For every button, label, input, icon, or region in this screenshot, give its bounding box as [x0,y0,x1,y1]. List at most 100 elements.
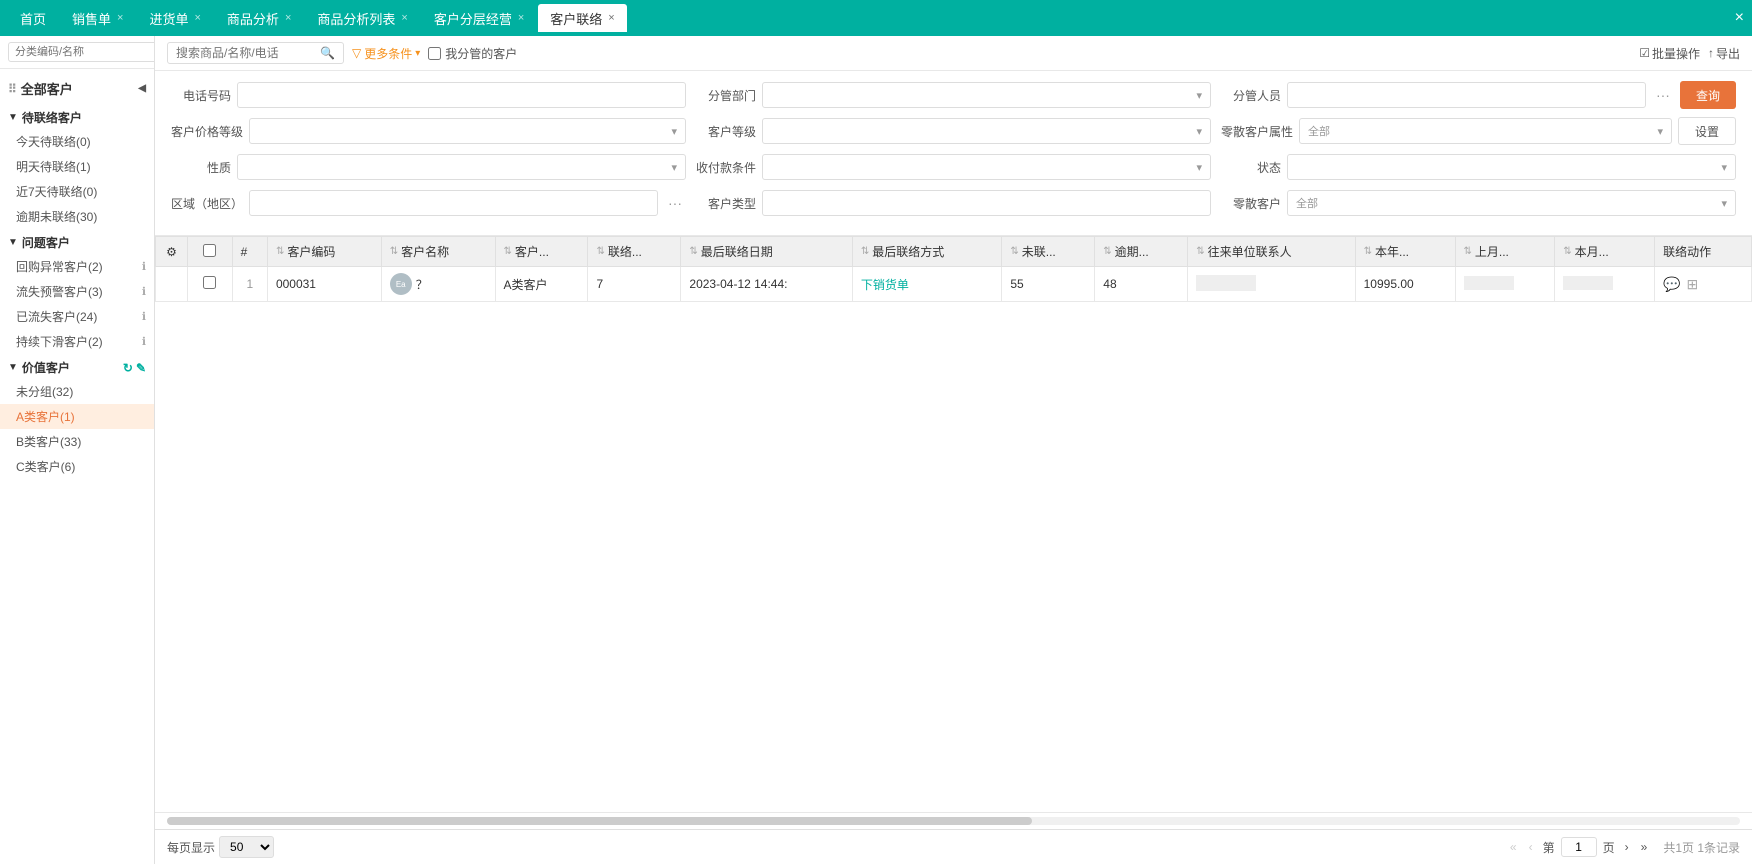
prev-page-btn[interactable]: ‹ [1525,838,1537,856]
col-unit-contact[interactable]: ⇅ 往来单位联系人 [1188,237,1355,267]
tab-sales-close[interactable]: × [117,12,123,24]
row-contact-method-link[interactable]: 下销货单 [861,278,909,292]
sidebar-item-a-customers[interactable]: A类客户(1) [0,404,154,429]
sidebar-item-declining[interactable]: 持续下滑客户(2) ℹ [0,329,154,354]
next-page-btn[interactable]: › [1621,838,1633,856]
tab-sales[interactable]: 销售单 × [60,4,135,32]
sidebar-item-churn-warning[interactable]: 流失预警客户(3) ℹ [0,279,154,304]
tab-goods-analysis-list-close[interactable]: × [401,12,407,24]
sidebar: 🔍 ⠿ 全部客户 ◀ ▼ 待联络客户 今天待联络(0) 明天 [0,36,155,864]
info-icon-churn-warning: ℹ [142,285,146,298]
value-edit-btn[interactable]: ✎ [136,361,146,375]
section-value-customers[interactable]: ▼ 价值客户 ↻ ✎ [0,354,154,379]
filter-region-input[interactable] [249,190,658,216]
col-name[interactable]: ⇅ 客户名称 [381,237,495,267]
filter-payment-select[interactable]: ▾ [762,154,1211,180]
sidebar-item-overdue-pending[interactable]: 逾期未联络(30) [0,204,154,229]
col-no-contact[interactable]: ⇅ 未联... [1002,237,1095,267]
action-qr-icon[interactable]: ⊞ [1687,276,1699,293]
my-customers-checkbox[interactable] [428,47,441,60]
filter-dept-select[interactable]: ▾ [762,82,1211,108]
page-input[interactable] [1561,837,1597,857]
col-last-contact-method[interactable]: ⇅ 最后联络方式 [852,237,1002,267]
tab-customer-segment-close[interactable]: × [518,12,524,24]
filter-my-customers[interactable]: 我分管的客户 [428,45,517,62]
tab-goods-analysis[interactable]: 商品分析 × [215,4,303,32]
section-value-items: 未分组(32) A类客户(1) B类客户(33) C类客户(6) [0,379,154,479]
col-this-month[interactable]: ⇅ 本月... [1555,237,1655,267]
row-last-month [1455,267,1555,302]
action-chat-icon[interactable]: 💬 [1663,276,1680,293]
filter-status-select[interactable]: ▾ [1287,154,1736,180]
filter-price-grade: 客户价格等级 ▾ [171,117,686,145]
filter-search-input[interactable] [176,46,316,60]
col-overdue[interactable]: ⇅ 逾期... [1095,237,1188,267]
sort-icon-date: ⇅ [689,246,697,257]
tab-home[interactable]: 首页 [8,4,58,32]
filter-customer-type-select[interactable] [762,190,1211,216]
sidebar-item-repurchase-abnormal[interactable]: 回购异常客户(2) ℹ [0,254,154,279]
gear-icon[interactable]: ⚙ [166,245,177,259]
tab-goods-analysis-close[interactable]: × [285,12,291,24]
sidebar-item-today-pending[interactable]: 今天待联络(0) [0,129,154,154]
tab-bar-close[interactable]: × [1735,9,1744,27]
sidebar-item-tomorrow-pending[interactable]: 明天待联络(1) [0,154,154,179]
sidebar-collapse-icon[interactable]: ◀ [138,83,146,94]
export-button[interactable]: ↑ 导出 [1708,45,1740,62]
bulk-op-button[interactable]: ☑ 批量操作 [1639,45,1700,62]
tab-customer-contact[interactable]: 客户联络 × [538,4,626,32]
tab-customer-segment[interactable]: 客户分层经营 × [422,4,536,32]
col-last-contact-date[interactable]: ⇅ 最后联络日期 [681,237,852,267]
filter-bar-right: ☑ 批量操作 ↑ 导出 [1639,45,1740,62]
filter-customer-grade-select[interactable]: ▾ [762,118,1211,144]
horizontal-scrollbar[interactable] [155,812,1752,829]
row-contact-action: 💬 ⊞ [1655,267,1752,302]
col-contact-count[interactable]: ⇅ 联络... [588,237,681,267]
section-problem-customers[interactable]: ▼ 问题客户 [0,229,154,254]
setting-button[interactable]: 设置 [1678,117,1736,145]
filter-customer-grade: 客户等级 ▾ [696,117,1211,145]
row-checkbox[interactable] [203,276,216,289]
value-refresh-btn[interactable]: ↻ [123,361,133,375]
sidebar-item-7days-pending[interactable]: 近7天待联络(0) [0,179,154,204]
filter-region-more[interactable]: ··· [664,195,686,211]
page-size-select[interactable]: 20 50 100 200 [219,836,274,858]
filter-nature-select[interactable]: ▾ [237,154,686,180]
filter-search-icon[interactable]: 🔍 [320,46,335,60]
tab-purchase[interactable]: 进货单 × [137,4,212,32]
scrollbar-track[interactable] [167,817,1740,825]
row-last-contact-method: 下销货单 [852,267,1002,302]
filter-person-more[interactable]: ··· [1652,87,1674,103]
filter-price-grade-select[interactable]: ▾ [249,118,686,144]
sort-icon-contact: ⇅ [596,246,604,257]
col-gear[interactable]: ⚙ [156,237,188,267]
filter-phone-input[interactable] [237,82,686,108]
filter-row-1: 电话号码 分管部门 ▾ 分管人员 ··· 查询 [171,81,1736,109]
sidebar-item-b-customers[interactable]: B类客户(33) [0,429,154,454]
col-code[interactable]: ⇅ 客户编码 [267,237,381,267]
filter-row-4: 区域（地区） ··· 客户类型 零散客户 全部 ▾ [171,189,1736,217]
sidebar-item-ungrouped[interactable]: 未分组(32) [0,379,154,404]
all-customers-header[interactable]: ⠿ 全部客户 ◀ [0,73,154,104]
tab-purchase-close[interactable]: × [194,12,200,24]
pagination: « ‹ 第 页 › » 共1页 1条记录 [1506,837,1740,857]
tab-goods-analysis-list[interactable]: 商品分析列表 × [305,4,419,32]
col-this-year[interactable]: ⇅ 本年... [1355,237,1455,267]
last-page-btn[interactable]: » [1637,838,1652,856]
sidebar-item-c-customers[interactable]: C类客户(6) [0,454,154,479]
filter-more-conditions[interactable]: ▽ 更多条件 ▾ [352,45,420,62]
tab-customer-contact-close[interactable]: × [608,12,614,24]
scrollbar-thumb[interactable] [167,817,1032,825]
row-no-contact: 55 [1002,267,1095,302]
filter-person-input[interactable] [1287,82,1646,108]
col-last-month[interactable]: ⇅ 上月... [1455,237,1555,267]
filter-retail-customer-select[interactable]: 全部 ▾ [1287,190,1736,216]
section-pending-contact[interactable]: ▼ 待联络客户 [0,104,154,129]
col-customer-type[interactable]: ⇅ 客户... [495,237,588,267]
first-page-btn[interactable]: « [1506,838,1521,856]
sidebar-item-churned[interactable]: 已流失客户(24) ℹ [0,304,154,329]
query-button[interactable]: 查询 [1680,81,1736,109]
sidebar-search-input[interactable] [8,42,155,62]
filter-retail-attr-select[interactable]: 全部 ▾ [1299,118,1672,144]
select-all-checkbox[interactable] [203,244,216,257]
